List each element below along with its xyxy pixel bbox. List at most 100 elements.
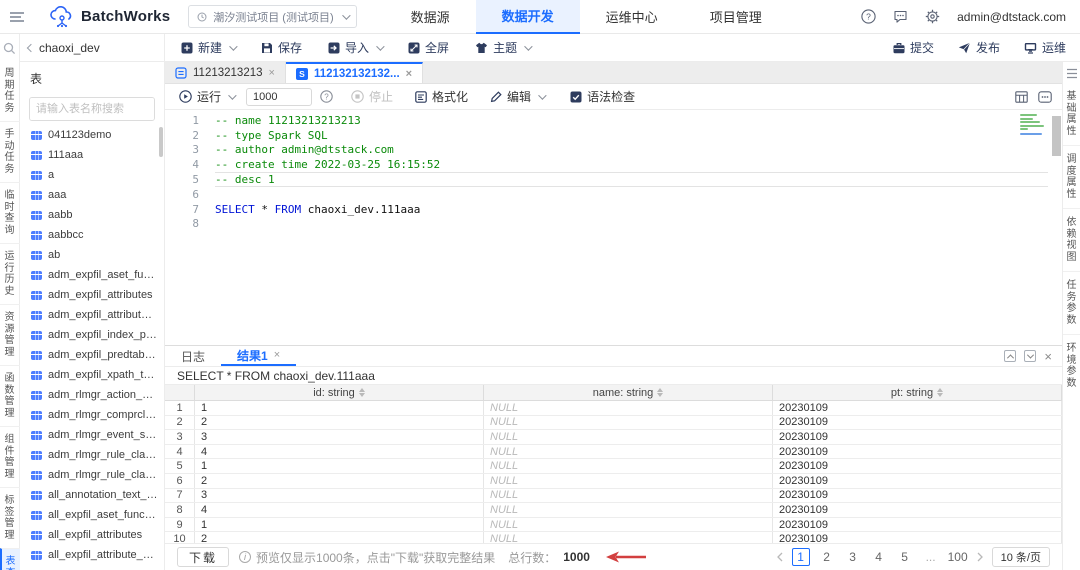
publish-button[interactable]: 发布 — [958, 39, 1000, 56]
right-tab-dependency-view[interactable]: 依赖视图 — [1062, 208, 1080, 271]
page-size-select[interactable]: 10 条/页 — [991, 547, 1050, 567]
rail-tab-adhoc-query[interactable]: 临时查询 — [0, 182, 20, 243]
nav-ops-center[interactable]: 运维中心 — [580, 0, 684, 34]
table-list-item[interactable]: adm_rlmgr_rule_classes — [20, 445, 164, 465]
page-button[interactable]: 5 — [896, 548, 914, 566]
next-page-icon[interactable] — [976, 552, 984, 562]
table-list-item[interactable]: all_annotation_text_metadata — [20, 485, 164, 505]
sort-icon[interactable] — [657, 388, 664, 397]
gear-icon[interactable] — [925, 9, 940, 24]
log-tab[interactable]: 日志 — [165, 346, 221, 366]
table-row: 7 3 NULL 20230109 — [165, 488, 1062, 504]
table-list-item[interactable]: aabbcc — [20, 225, 164, 245]
rail-tab-function-manage[interactable]: 函数管理 — [0, 365, 20, 426]
sql-code-editor[interactable]: 1 -- name 11213213213213 2 -- type Spark S… — [165, 110, 1062, 345]
table-list-item[interactable]: adm_expfil_xpath_tags — [20, 365, 164, 385]
more-options-icon[interactable] — [1038, 90, 1052, 103]
stop-button[interactable]: 停止 — [351, 88, 393, 105]
page-button[interactable]: 3 — [844, 548, 862, 566]
row-limit-input[interactable] — [246, 87, 313, 106]
nav-project-manage[interactable]: 项目管理 — [684, 0, 788, 34]
menu-hamburger-icon[interactable] — [10, 10, 24, 24]
table-list-item[interactable]: adm_rlmgr_rule_class_status — [20, 465, 164, 485]
table-icon — [31, 370, 42, 380]
right-tab-basic-props[interactable]: 基础属性 — [1063, 83, 1080, 145]
syntax-check-button[interactable]: 语法检查 — [570, 88, 635, 105]
table-list-item[interactable]: aaa — [20, 185, 164, 205]
table-list-item[interactable]: 041123demo — [20, 125, 164, 145]
page-button[interactable]: 4 — [870, 548, 888, 566]
table-list-item[interactable]: all_expfil_attributes — [20, 525, 164, 545]
column-header-pt[interactable]: pt: string — [773, 385, 1062, 400]
panel-list-icon[interactable] — [1066, 68, 1078, 79]
table-search-input[interactable] — [30, 98, 154, 120]
user-account[interactable]: admin@dtstack.com — [957, 10, 1066, 24]
right-tab-env-params[interactable]: 环境参数 — [1062, 334, 1080, 397]
editor-tab-active[interactable]: S 112132132132... × — [285, 62, 424, 83]
rail-tab-component-manage[interactable]: 组件管理 — [0, 426, 20, 487]
download-button[interactable]: 下载 — [177, 547, 230, 567]
result-tab[interactable]: 结果1 × — [221, 346, 297, 366]
table-list-item[interactable]: 111aaa — [20, 145, 164, 165]
page-button[interactable]: 2 — [818, 548, 836, 566]
table-list-item[interactable]: adm_expfil_attribute_sets — [20, 305, 164, 325]
new-button[interactable]: 新建 — [181, 39, 238, 56]
table-list-item[interactable]: aabb — [20, 205, 164, 225]
column-header-name[interactable]: name: string — [484, 385, 773, 400]
close-icon[interactable]: × — [274, 349, 280, 361]
right-tab-schedule-props[interactable]: 调度属性 — [1062, 145, 1080, 208]
column-header-id[interactable]: id: string — [195, 385, 484, 400]
message-icon[interactable] — [893, 9, 908, 24]
table-list-item[interactable]: all_expfil_def_index_params — [20, 565, 164, 570]
theme-button[interactable]: 主题 — [475, 39, 533, 56]
table-list-item[interactable]: ab — [20, 245, 164, 265]
expand-panel-icon[interactable] — [1004, 350, 1017, 362]
rail-tab-run-history[interactable]: 运行历史 — [0, 243, 20, 304]
table-list-item[interactable]: adm_rlmgr_event_structs — [20, 425, 164, 445]
ops-button[interactable]: 运维 — [1024, 39, 1066, 56]
table-icon — [31, 210, 42, 220]
nav-data-develop[interactable]: 数据开发 — [475, 0, 580, 34]
rail-tab-cycle-tasks[interactable]: 周期任务 — [0, 61, 20, 121]
help-icon[interactable]: ? — [861, 9, 876, 24]
format-button[interactable]: 格式化 — [415, 88, 468, 105]
nav-datasource[interactable]: 数据源 — [385, 0, 476, 34]
right-tab-task-params[interactable]: 任务参数 — [1062, 271, 1080, 334]
editor-tab[interactable]: 11213213213 × — [165, 62, 286, 83]
save-button[interactable]: 保存 — [261, 39, 302, 56]
page-button[interactable]: 1 — [791, 548, 810, 566]
close-panel-icon[interactable]: × — [1044, 349, 1052, 364]
table-list-item[interactable]: all_expfil_attribute_sets — [20, 545, 164, 565]
rail-tab-tag-manage[interactable]: 标签管理 — [0, 487, 20, 548]
page-button[interactable]: 100 — [948, 548, 968, 566]
close-icon[interactable]: × — [269, 67, 275, 79]
prev-page-icon[interactable] — [776, 552, 784, 562]
close-icon[interactable]: × — [406, 68, 412, 80]
table-list-item[interactable]: all_expfil_aset_functions — [20, 505, 164, 525]
table-list-item[interactable]: adm_expfil_aset_functions — [20, 265, 164, 285]
collapse-panel-icon[interactable] — [1024, 350, 1037, 362]
sidebar-scrollbar[interactable] — [159, 127, 163, 157]
table-list-item[interactable]: adm_rlmgr_action_errors — [20, 385, 164, 405]
limit-help-icon[interactable]: ? — [320, 90, 333, 103]
table-list-item[interactable]: adm_rlmgr_comprcls_proper... — [20, 405, 164, 425]
run-button[interactable]: 运行 — [179, 88, 237, 105]
rail-tab-manual-tasks[interactable]: 手动任务 — [0, 121, 20, 182]
table-list-item[interactable]: adm_expfil_attributes — [20, 285, 164, 305]
edit-button[interactable]: 编辑 — [490, 88, 547, 105]
project-selector[interactable]: 潮汐测试项目 (测试项目) — [188, 5, 357, 28]
sort-icon[interactable] — [358, 388, 365, 397]
table-list-item[interactable]: adm_expfil_predtab_attribut... — [20, 345, 164, 365]
sort-icon[interactable] — [937, 388, 944, 397]
editor-scrollbar[interactable] — [1052, 116, 1061, 156]
import-button[interactable]: 导入 — [328, 39, 385, 56]
breadcrumb[interactable]: chaoxi_dev — [20, 34, 165, 61]
submit-button[interactable]: 提交 — [893, 39, 934, 56]
table-view-icon[interactable] — [1015, 90, 1028, 103]
rail-tab-table-query[interactable]: 表查询 — [0, 548, 20, 570]
table-list-item[interactable]: a — [20, 165, 164, 185]
rail-search-icon[interactable] — [3, 42, 16, 55]
fullscreen-button[interactable]: 全屏 — [408, 39, 449, 56]
table-list-item[interactable]: adm_expfil_index_params — [20, 325, 164, 345]
rail-tab-resource-manage[interactable]: 资源管理 — [0, 304, 20, 365]
